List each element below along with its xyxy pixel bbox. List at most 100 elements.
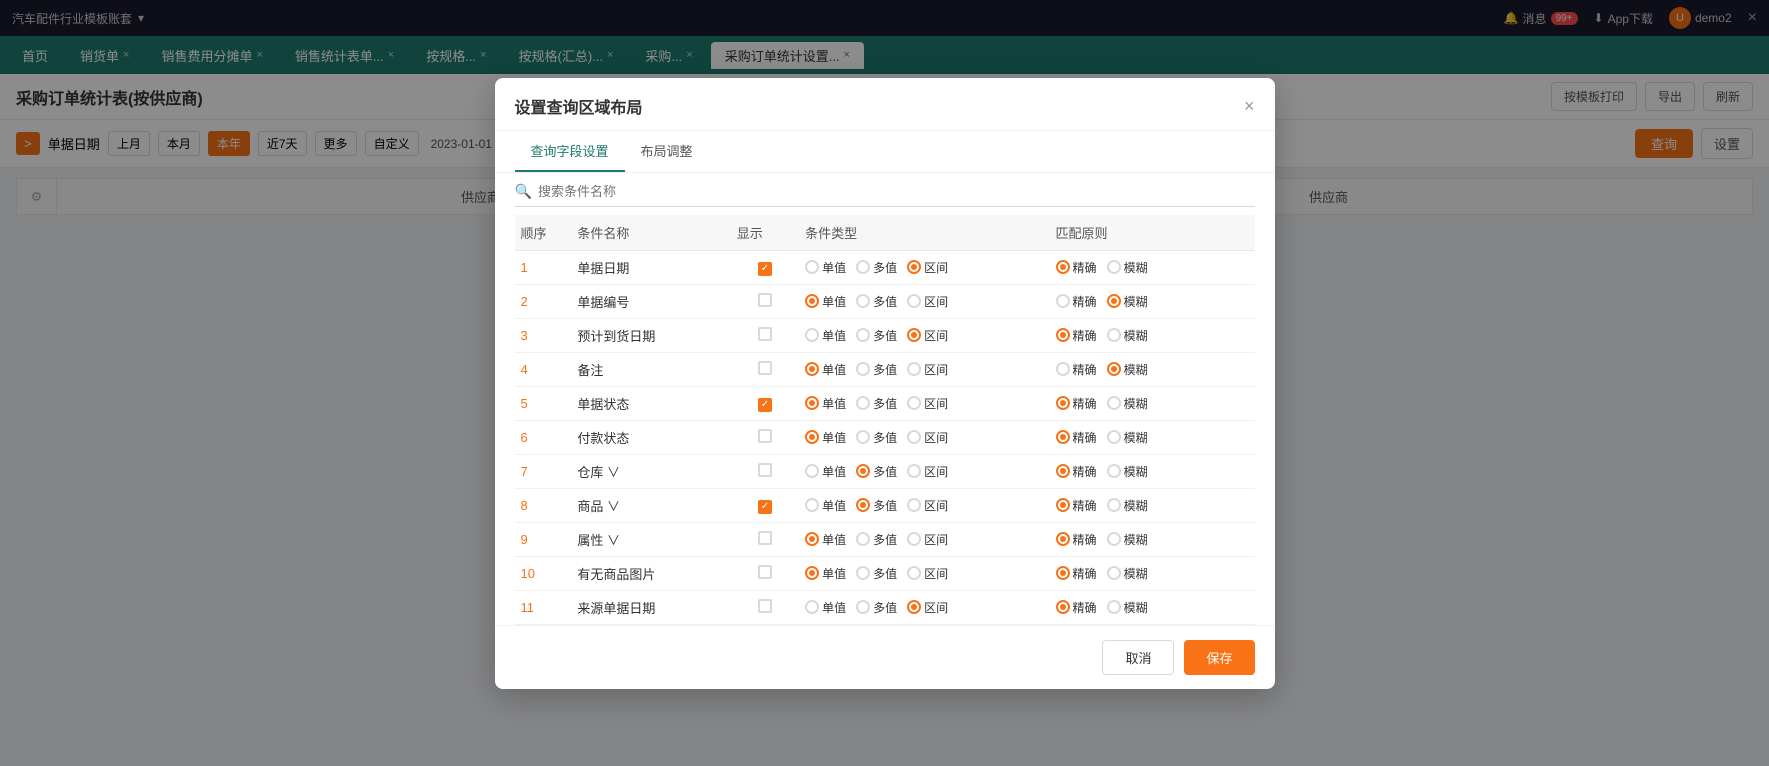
show-checkbox[interactable] [758,565,772,579]
type-radio-多值[interactable]: 多值 [856,531,897,548]
cell-show[interactable] [731,454,799,488]
type-radio-单值[interactable]: 单值 [805,293,846,310]
type-radio-区间[interactable]: 区间 [907,429,948,446]
match-radio-模糊[interactable]: 模糊 [1107,429,1148,446]
type-radio-多值[interactable]: 多值 [856,463,897,480]
type-radio-区间[interactable]: 区间 [907,497,948,514]
type-radio-单值[interactable]: 单值 [805,429,846,446]
type-radio-多值[interactable]: 多值 [856,497,897,514]
match-radio-精确[interactable]: 精确 [1056,429,1097,446]
match-radio-精确[interactable]: 精确 [1056,293,1097,310]
radio-circle [1056,430,1070,444]
type-radio-单值[interactable]: 单值 [805,463,846,480]
radio-circle [856,260,870,274]
type-radio-单值[interactable]: 单值 [805,327,846,344]
dialog-close-button[interactable]: × [1244,97,1255,115]
type-radio-单值[interactable]: 单值 [805,395,846,412]
match-radio-精确[interactable]: 精确 [1056,327,1097,344]
type-radio-单值[interactable]: 单值 [805,565,846,582]
type-radio-区间[interactable]: 区间 [907,293,948,310]
match-radio-模糊[interactable]: 模糊 [1107,259,1148,276]
type-radio-区间[interactable]: 区间 [907,259,948,276]
type-radio-多值[interactable]: 多值 [856,395,897,412]
match-radio-精确[interactable]: 精确 [1056,497,1097,514]
tab-layout-adjust[interactable]: 布局调整 [625,131,709,172]
show-checkbox[interactable] [758,429,772,443]
match-radio-精确[interactable]: 精确 [1056,599,1097,616]
type-radio-区间[interactable]: 区间 [907,463,948,480]
show-checkbox[interactable] [758,327,772,341]
type-radio-多值[interactable]: 多值 [856,599,897,616]
type-radio-多值[interactable]: 多值 [856,293,897,310]
search-area: 🔍 [495,173,1275,215]
show-checkbox[interactable] [758,262,772,276]
tab-query-fields[interactable]: 查询字段设置 [515,131,625,172]
show-checkbox[interactable] [758,463,772,477]
match-radio-模糊[interactable]: 模糊 [1107,565,1148,582]
cell-match: 精确模糊 [1050,454,1255,488]
show-checkbox[interactable] [758,293,772,307]
type-radio-多值[interactable]: 多值 [856,361,897,378]
type-radio-多值[interactable]: 多值 [856,565,897,582]
type-radio-区间[interactable]: 区间 [907,327,948,344]
cell-show[interactable] [731,590,799,624]
cancel-button[interactable]: 取消 [1102,640,1174,675]
cell-show[interactable] [731,250,799,284]
dialog-header: 设置查询区域布局 × [495,78,1275,131]
type-radio-单值[interactable]: 单值 [805,531,846,548]
match-radio-精确[interactable]: 精确 [1056,565,1097,582]
type-radio-单值[interactable]: 单值 [805,259,846,276]
cell-name: 有无商品图片 [571,556,730,590]
cell-order: 11 [515,590,572,624]
radio-circle [805,566,819,580]
show-checkbox[interactable] [758,599,772,613]
type-radio-区间[interactable]: 区间 [907,395,948,412]
cell-show[interactable] [731,522,799,556]
type-radio-区间[interactable]: 区间 [907,361,948,378]
type-radio-单值[interactable]: 单值 [805,361,846,378]
cell-show[interactable] [731,284,799,318]
show-checkbox[interactable] [758,361,772,375]
radio-circle [1107,600,1121,614]
match-radio-精确[interactable]: 精确 [1056,531,1097,548]
cell-show[interactable] [731,386,799,420]
table-row: 6付款状态单值多值区间精确模糊 [515,420,1255,454]
radio-circle [907,430,921,444]
match-radio-模糊[interactable]: 模糊 [1107,463,1148,480]
show-checkbox[interactable] [758,398,772,412]
table-row: 9属性 ∨单值多值区间精确模糊 [515,522,1255,556]
cell-show[interactable] [731,420,799,454]
match-radio-精确[interactable]: 精确 [1056,463,1097,480]
cell-show[interactable] [731,318,799,352]
match-radio-模糊[interactable]: 模糊 [1107,599,1148,616]
type-radio-区间[interactable]: 区间 [907,565,948,582]
cell-match: 精确模糊 [1050,284,1255,318]
match-radio-模糊[interactable]: 模糊 [1107,497,1148,514]
type-radio-单值[interactable]: 单值 [805,599,846,616]
match-radio-精确[interactable]: 精确 [1056,395,1097,412]
type-radio-区间[interactable]: 区间 [907,531,948,548]
type-radio-多值[interactable]: 多值 [856,259,897,276]
radio-circle [1056,464,1070,478]
search-input[interactable] [538,184,1255,199]
match-radio-模糊[interactable]: 模糊 [1107,293,1148,310]
type-radio-区间[interactable]: 区间 [907,599,948,616]
match-radio-精确[interactable]: 精确 [1056,361,1097,378]
show-checkbox[interactable] [758,531,772,545]
type-radio-多值[interactable]: 多值 [856,327,897,344]
cell-show[interactable] [731,556,799,590]
cell-match: 精确模糊 [1050,318,1255,352]
type-radio-多值[interactable]: 多值 [856,429,897,446]
match-radio-模糊[interactable]: 模糊 [1107,531,1148,548]
match-radio-模糊[interactable]: 模糊 [1107,327,1148,344]
match-radio-模糊[interactable]: 模糊 [1107,395,1148,412]
match-radio-精确[interactable]: 精确 [1056,259,1097,276]
cell-show[interactable] [731,488,799,522]
type-radio-单值[interactable]: 单值 [805,497,846,514]
show-checkbox[interactable] [758,500,772,514]
radio-circle [1107,396,1121,410]
radio-circle [1107,294,1121,308]
save-button[interactable]: 保存 [1184,640,1254,675]
match-radio-模糊[interactable]: 模糊 [1107,361,1148,378]
cell-show[interactable] [731,352,799,386]
